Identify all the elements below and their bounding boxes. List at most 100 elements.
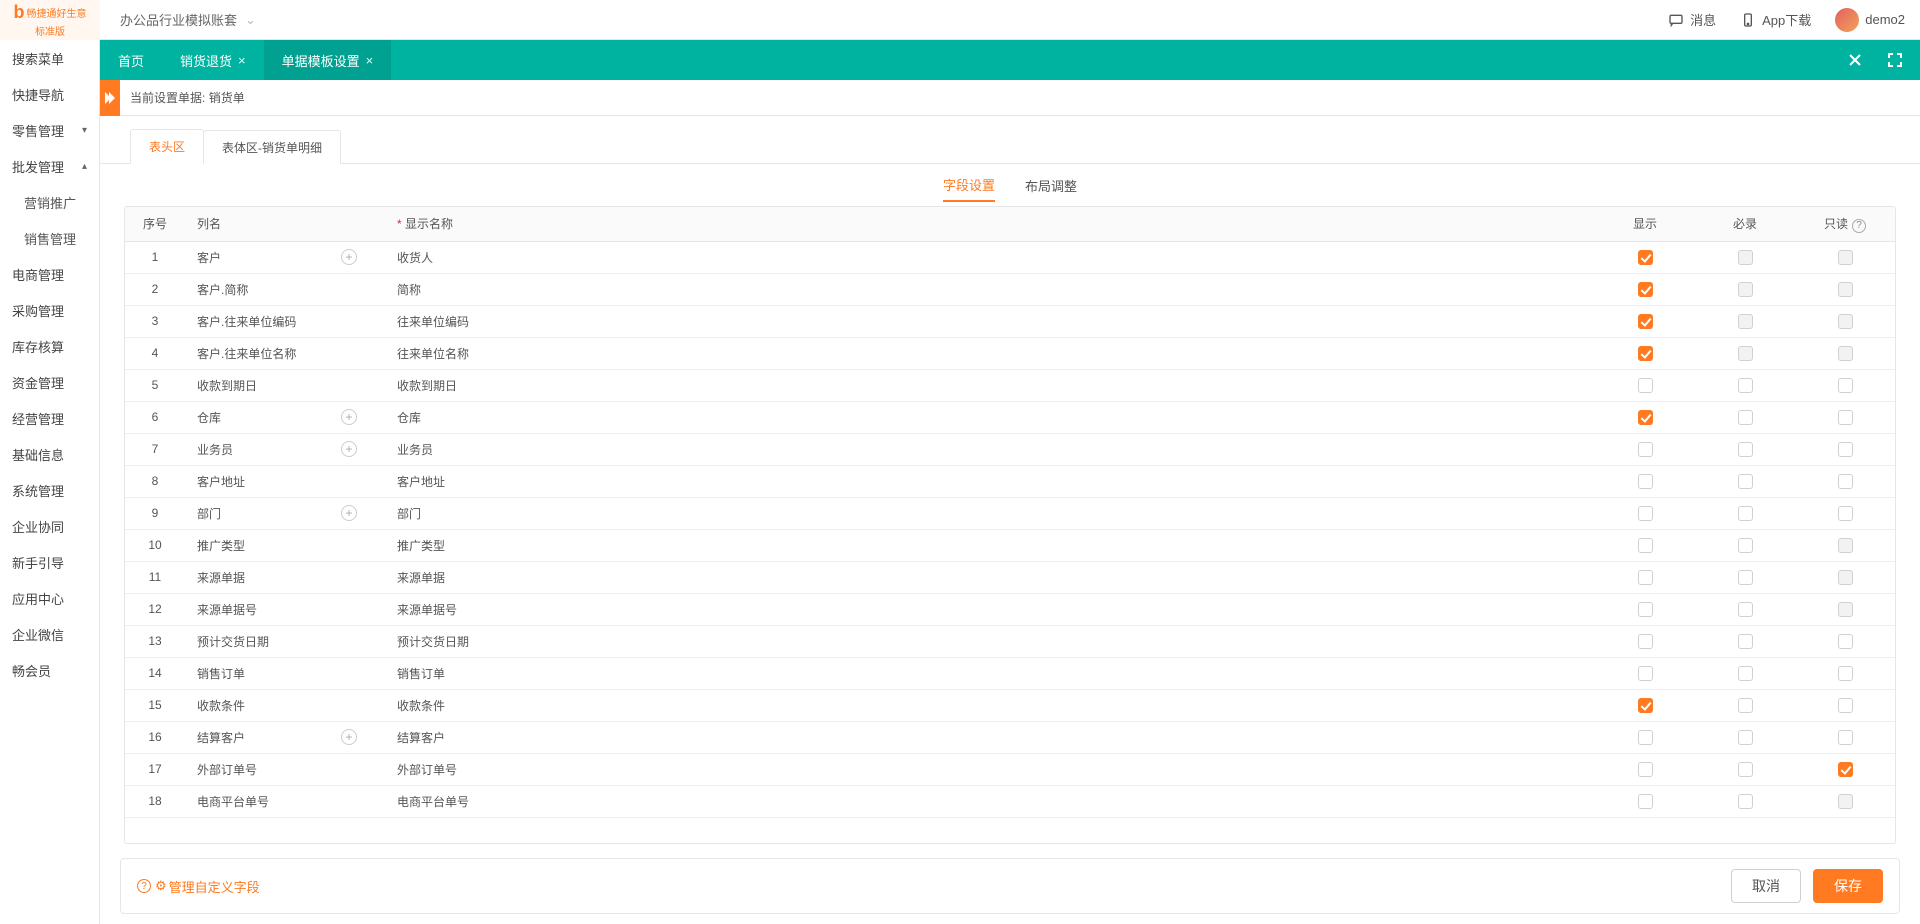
checkbox[interactable]: [1838, 730, 1853, 745]
sidebar-subitem[interactable]: 销售管理: [0, 220, 99, 256]
checkbox[interactable]: [1838, 634, 1853, 649]
checkbox[interactable]: [1738, 730, 1753, 745]
cell-display-name[interactable]: 来源单据: [385, 561, 1595, 593]
expand-children-button[interactable]: +: [341, 249, 357, 265]
checkbox[interactable]: [1638, 570, 1653, 585]
cell-display-name[interactable]: 往来单位编码: [385, 305, 1595, 337]
cell-display-name[interactable]: 收款到期日: [385, 369, 1595, 401]
cell-display-name[interactable]: 仓库: [385, 401, 1595, 433]
checkbox[interactable]: [1738, 538, 1753, 553]
app-download-button[interactable]: App下载: [1740, 10, 1811, 29]
expand-children-button[interactable]: +: [341, 505, 357, 521]
expand-children-button[interactable]: +: [341, 729, 357, 745]
nav-tab[interactable]: 单据模板设置×: [264, 40, 392, 80]
help-icon[interactable]: ?: [1852, 219, 1866, 233]
sidebar-item[interactable]: 基础信息: [0, 436, 99, 472]
checkbox[interactable]: [1638, 250, 1653, 265]
sidebar-item[interactable]: 资金管理: [0, 364, 99, 400]
doc-region-tab[interactable]: 表头区: [130, 129, 204, 164]
checkbox[interactable]: [1638, 538, 1653, 553]
checkbox[interactable]: [1738, 506, 1753, 521]
help-circle-icon[interactable]: ?: [137, 879, 151, 893]
cell-display-name[interactable]: 销售订单: [385, 657, 1595, 689]
checkbox[interactable]: [1738, 794, 1753, 809]
checkbox[interactable]: [1738, 410, 1753, 425]
sub-tab[interactable]: 字段设置: [943, 169, 995, 202]
cell-display-name[interactable]: 推广类型: [385, 529, 1595, 561]
doc-region-tab[interactable]: 表体区-销货单明细: [203, 130, 341, 164]
checkbox[interactable]: [1738, 442, 1753, 457]
checkbox[interactable]: [1838, 442, 1853, 457]
cell-display-name[interactable]: 电商平台单号: [385, 785, 1595, 817]
checkbox[interactable]: [1638, 506, 1653, 521]
checkbox[interactable]: [1738, 570, 1753, 585]
sidebar-subitem[interactable]: 营销推广: [0, 184, 99, 220]
sidebar-item[interactable]: 应用中心: [0, 580, 99, 616]
checkbox[interactable]: [1638, 634, 1653, 649]
messages-button[interactable]: 消息: [1668, 10, 1716, 29]
sidebar-item[interactable]: 零售管理▾: [0, 112, 99, 148]
checkbox[interactable]: [1838, 378, 1853, 393]
checkbox[interactable]: [1638, 346, 1653, 361]
cell-display-name[interactable]: 外部订单号: [385, 753, 1595, 785]
sub-tab[interactable]: 布局调整: [1025, 170, 1077, 201]
checkbox[interactable]: [1638, 314, 1653, 329]
checkbox[interactable]: [1638, 730, 1653, 745]
expand-children-button[interactable]: +: [341, 441, 357, 457]
sidebar-item[interactable]: 畅会员: [0, 652, 99, 688]
cell-display-name[interactable]: 收货人: [385, 241, 1595, 273]
checkbox[interactable]: [1638, 602, 1653, 617]
checkbox[interactable]: [1738, 762, 1753, 777]
checkbox[interactable]: [1738, 474, 1753, 489]
close-icon[interactable]: ×: [238, 53, 246, 68]
cell-display-name[interactable]: 收款条件: [385, 689, 1595, 721]
sidebar-item[interactable]: 库存核算: [0, 328, 99, 364]
checkbox[interactable]: [1638, 698, 1653, 713]
checkbox[interactable]: [1738, 666, 1753, 681]
cell-display-name[interactable]: 结算客户: [385, 721, 1595, 753]
sidebar-item[interactable]: 系统管理: [0, 472, 99, 508]
org-selector[interactable]: 办公品行业模拟账套 ⌄: [120, 10, 256, 29]
checkbox[interactable]: [1738, 602, 1753, 617]
checkbox[interactable]: [1638, 474, 1653, 489]
close-icon[interactable]: ×: [366, 53, 374, 68]
cell-display-name[interactable]: 简称: [385, 273, 1595, 305]
checkbox[interactable]: [1838, 666, 1853, 681]
checkbox[interactable]: [1838, 698, 1853, 713]
sidebar-item[interactable]: 企业协同: [0, 508, 99, 544]
checkbox[interactable]: [1638, 666, 1653, 681]
cell-display-name[interactable]: 往来单位名称: [385, 337, 1595, 369]
sidebar-item[interactable]: 采购管理: [0, 292, 99, 328]
checkbox[interactable]: [1738, 634, 1753, 649]
cell-display-name[interactable]: 业务员: [385, 433, 1595, 465]
close-all-tabs-button[interactable]: [1840, 45, 1870, 75]
nav-tab[interactable]: 首页: [100, 40, 162, 80]
expand-children-button[interactable]: +: [341, 409, 357, 425]
cell-display-name[interactable]: 客户地址: [385, 465, 1595, 497]
sidebar-item[interactable]: 批发管理▴: [0, 148, 99, 184]
checkbox[interactable]: [1638, 794, 1653, 809]
nav-tab[interactable]: 销货退货×: [162, 40, 264, 80]
checkbox[interactable]: [1638, 410, 1653, 425]
user-menu[interactable]: demo2: [1835, 8, 1905, 32]
checkbox[interactable]: [1638, 762, 1653, 777]
checkbox[interactable]: [1638, 442, 1653, 457]
manage-custom-fields-link[interactable]: 管理自定义字段: [169, 877, 260, 896]
cancel-button[interactable]: 取消: [1731, 869, 1801, 903]
cell-display-name[interactable]: 预计交货日期: [385, 625, 1595, 657]
sidebar-item[interactable]: 快捷导航: [0, 76, 99, 112]
sidebar-item[interactable]: 新手引导: [0, 544, 99, 580]
sidebar-item[interactable]: 搜索菜单: [0, 40, 99, 76]
checkbox[interactable]: [1838, 474, 1853, 489]
checkbox[interactable]: [1838, 762, 1853, 777]
sidebar-item[interactable]: 经营管理: [0, 400, 99, 436]
checkbox[interactable]: [1638, 282, 1653, 297]
checkbox[interactable]: [1838, 410, 1853, 425]
save-button[interactable]: 保存: [1813, 869, 1883, 903]
checkbox[interactable]: [1738, 378, 1753, 393]
cell-display-name[interactable]: 来源单据号: [385, 593, 1595, 625]
checkbox[interactable]: [1738, 698, 1753, 713]
sidebar-item[interactable]: 企业微信: [0, 616, 99, 652]
fields-table-scroll[interactable]: 序号 列名 * 显示名称 显示 必录 只读?: [124, 206, 1896, 844]
checkbox[interactable]: [1638, 378, 1653, 393]
